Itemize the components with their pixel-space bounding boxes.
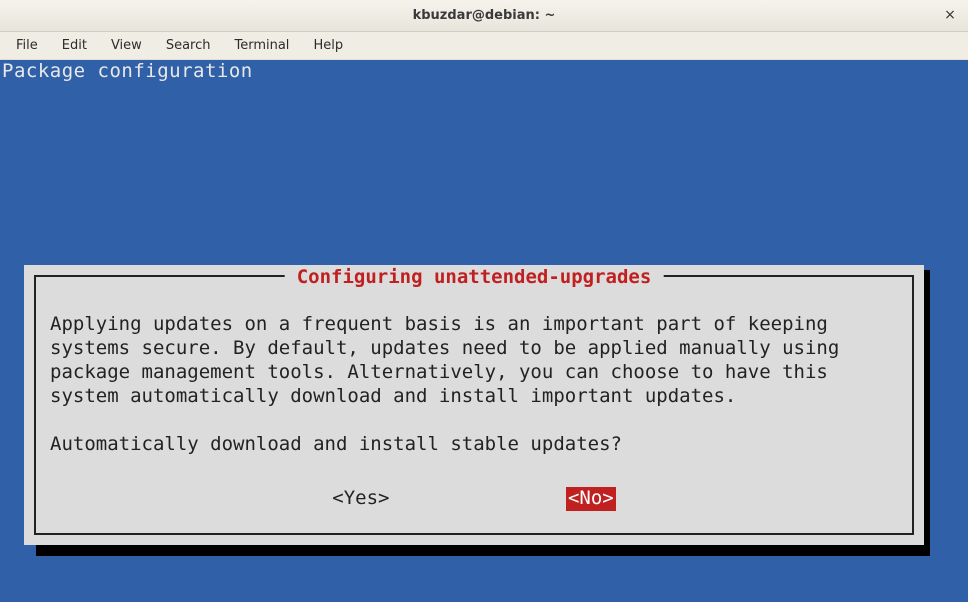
no-button[interactable]: <No> <box>566 487 616 511</box>
menu-terminal[interactable]: Terminal <box>224 34 299 57</box>
dialog-box: Configuring unattended-upgrades Applying… <box>24 265 924 545</box>
package-config-header: Package configuration <box>0 60 968 84</box>
menu-search[interactable]: Search <box>156 34 221 57</box>
dialog-paragraph: Applying updates on a frequent basis is … <box>50 313 898 409</box>
menu-help[interactable]: Help <box>303 34 353 57</box>
dialog-question: Automatically download and install stabl… <box>50 433 898 457</box>
terminal-area: Package configuration Configuring unatte… <box>0 60 968 602</box>
menubar: File Edit View Search Terminal Help <box>0 32 968 60</box>
dialog-title: Configuring unattended-upgrades <box>285 266 664 290</box>
dialog-buttons: <Yes> <No> <box>24 487 924 511</box>
close-icon[interactable]: × <box>942 8 958 24</box>
menu-view[interactable]: View <box>101 34 152 57</box>
menu-edit[interactable]: Edit <box>52 34 97 57</box>
menu-file[interactable]: File <box>6 34 48 57</box>
window-title: kbuzdar@debian: ~ <box>413 8 556 23</box>
window-titlebar: kbuzdar@debian: ~ × <box>0 0 968 32</box>
yes-button[interactable]: <Yes> <box>332 487 389 511</box>
dialog-body: Applying updates on a frequent basis is … <box>50 313 898 481</box>
